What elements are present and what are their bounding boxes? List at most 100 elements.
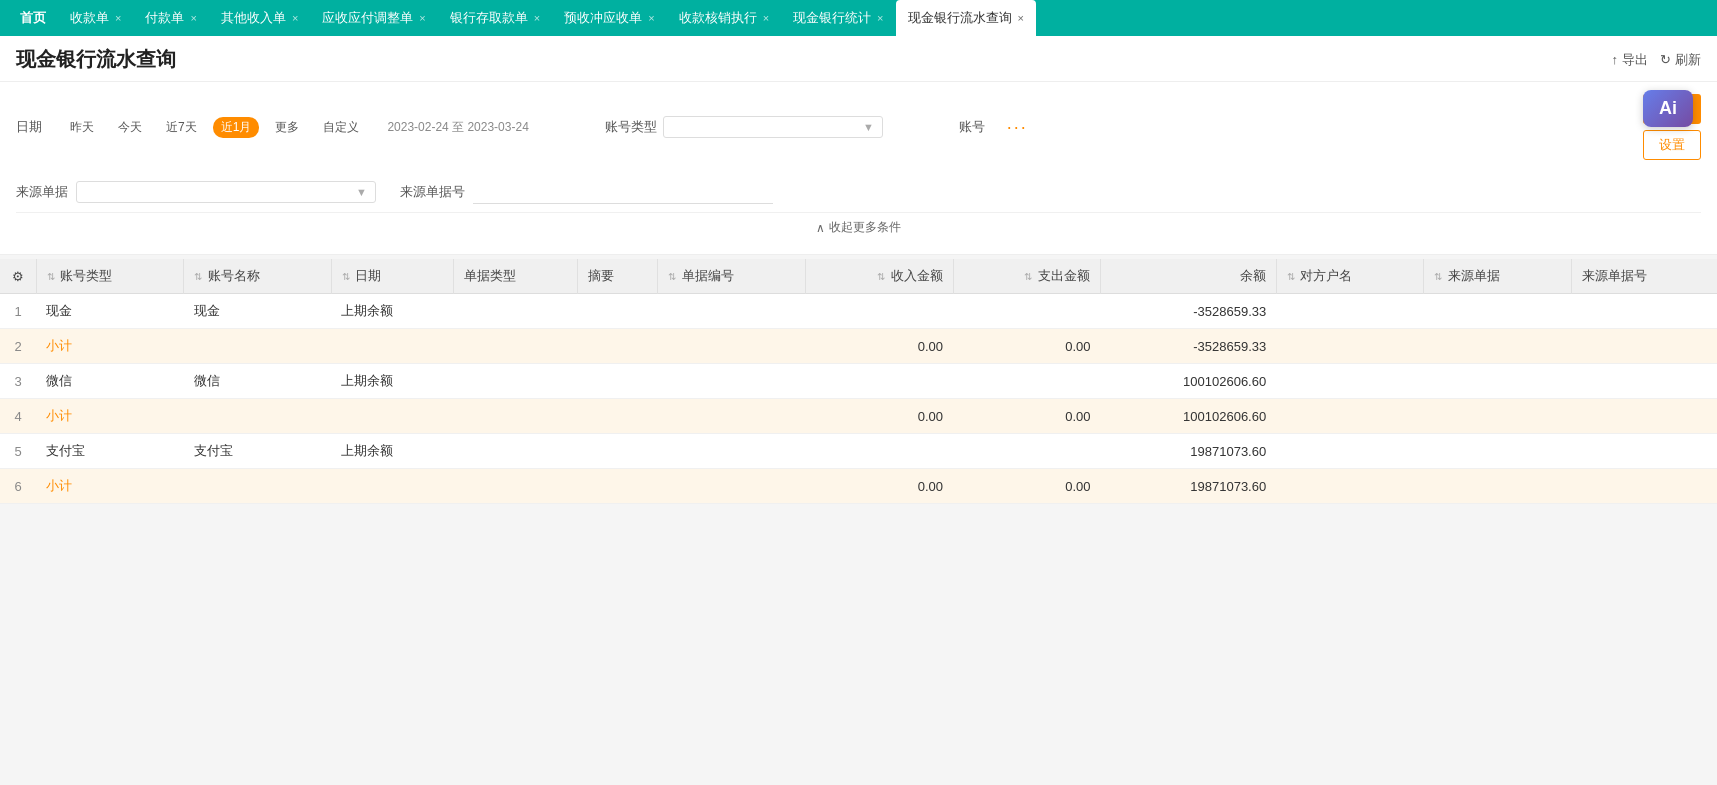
nav-tab-2[interactable]: 付款单 × (133, 0, 208, 36)
ai-badge[interactable]: Ai (1643, 90, 1693, 127)
cell-doc-no (658, 364, 806, 399)
cell-source-doc (1424, 329, 1572, 364)
cell-source-doc (1424, 469, 1572, 504)
nav-tab-8[interactable]: 现金银行统计 × (781, 0, 895, 36)
cell-income (806, 294, 954, 329)
cell-source-doc-no (1571, 329, 1717, 364)
table-header-row: ⚙ ⇅ 账号类型 ⇅ 账号名称 ⇅ 日期 单据类型 摘要 (0, 259, 1717, 294)
nav-tab-5-close[interactable]: × (534, 12, 540, 24)
account-dots[interactable]: ··· (1007, 117, 1028, 138)
nav-tab-3[interactable]: 其他收入单 × (209, 0, 310, 36)
nav-tab-7[interactable]: 收款核销执行 × (667, 0, 781, 36)
th-expense-label: 支出金额 (1038, 268, 1090, 283)
table-row: 2 小计 0.00 0.00 -3528659.33 (0, 329, 1717, 364)
nav-tab-3-close[interactable]: × (292, 12, 298, 24)
sort-icon-7: ⇅ (1287, 271, 1295, 282)
collapse-button[interactable]: ∧ 收起更多条件 (16, 212, 1701, 242)
th-source-doc[interactable]: ⇅ 来源单据 (1424, 259, 1572, 294)
source-doc-no-input[interactable] (473, 180, 773, 204)
th-source-doc-no[interactable]: 来源单据号 (1571, 259, 1717, 294)
cell-income: 0.00 (806, 469, 954, 504)
date-filter: 日期 昨天 今天 近7天 近1月 更多 自定义 (16, 117, 367, 138)
account-type-label: 账号类型 (605, 118, 657, 136)
source-doc-filter: 来源单据 ▼ (16, 181, 376, 203)
nav-tab-5-label: 银行存取款单 (450, 9, 528, 27)
account-type-select[interactable]: ▼ (663, 116, 883, 138)
cell-source-doc-no (1571, 399, 1717, 434)
cell-account-type: 微信 (36, 364, 184, 399)
cell-counterpart (1276, 469, 1424, 504)
cell-doc-no (658, 434, 806, 469)
nav-tab-8-label: 现金银行统计 (793, 9, 871, 27)
nav-tab-4[interactable]: 应收应付调整单 × (310, 0, 437, 36)
cell-source-doc (1424, 294, 1572, 329)
th-date[interactable]: ⇅ 日期 (331, 259, 454, 294)
th-balance-label: 余额 (1240, 268, 1266, 283)
collapse-icon: ∧ (816, 221, 825, 235)
nav-tab-1[interactable]: 收款单 × (58, 0, 133, 36)
table-row: 6 小计 0.00 0.00 19871073.60 (0, 469, 1717, 504)
cell-source-doc-no (1571, 469, 1717, 504)
th-counterpart[interactable]: ⇅ 对方户名 (1276, 259, 1424, 294)
cell-income: 0.00 (806, 329, 954, 364)
cell-num: 2 (0, 329, 36, 364)
nav-tab-6[interactable]: 预收冲应收单 × (552, 0, 666, 36)
sort-icon-4: ⇅ (668, 271, 676, 282)
cell-account-name: 现金 (184, 294, 332, 329)
account-type-filter: 账号类型 ▼ (605, 116, 883, 138)
th-income-label: 收入金额 (891, 268, 943, 283)
th-settings[interactable]: ⚙ (0, 259, 36, 294)
date-btn-today[interactable]: 今天 (110, 117, 150, 138)
th-account-name[interactable]: ⇅ 账号名称 (184, 259, 332, 294)
nav-tab-1-close[interactable]: × (115, 12, 121, 24)
cell-doc-type (454, 364, 578, 399)
table-row: 4 小计 0.00 0.00 100102606.60 (0, 399, 1717, 434)
date-btn-yesterday[interactable]: 昨天 (62, 117, 102, 138)
nav-tab-6-close[interactable]: × (648, 12, 654, 24)
th-doc-no[interactable]: ⇅ 单据编号 (658, 259, 806, 294)
date-btn-7days[interactable]: 近7天 (158, 117, 205, 138)
cell-expense: 0.00 (953, 399, 1101, 434)
nav-tab-4-close[interactable]: × (419, 12, 425, 24)
sort-icon-6: ⇅ (1024, 271, 1032, 282)
date-btn-1month[interactable]: 近1月 (213, 117, 260, 138)
nav-tab-9-close[interactable]: × (1018, 12, 1024, 24)
source-doc-select[interactable]: ▼ (76, 181, 376, 203)
nav-tab-2-close[interactable]: × (190, 12, 196, 24)
cell-balance: 100102606.60 (1101, 364, 1277, 399)
data-table: ⚙ ⇅ 账号类型 ⇅ 账号名称 ⇅ 日期 单据类型 摘要 (0, 259, 1717, 504)
cell-balance: 100102606.60 (1101, 399, 1277, 434)
cell-counterpart (1276, 329, 1424, 364)
nav-tab-5[interactable]: 银行存取款单 × (438, 0, 552, 36)
table-row: 3 微信 微信 上期余额 100102606.60 (0, 364, 1717, 399)
th-expense[interactable]: ⇅ 支出金额 (953, 259, 1101, 294)
date-btn-custom[interactable]: 自定义 (315, 117, 367, 138)
settings-button[interactable]: 设置 (1643, 130, 1701, 160)
source-doc-arrow: ▼ (356, 186, 367, 198)
th-balance[interactable]: 余额 (1101, 259, 1277, 294)
date-btn-more[interactable]: 更多 (267, 117, 307, 138)
cell-doc-type (454, 434, 578, 469)
th-summary[interactable]: 摘要 (578, 259, 658, 294)
cell-num: 5 (0, 434, 36, 469)
page-title: 现金银行流水查询 (16, 46, 176, 73)
export-button[interactable]: ↑ 导出 (1612, 51, 1649, 69)
th-doc-type[interactable]: 单据类型 (454, 259, 578, 294)
th-account-type[interactable]: ⇅ 账号类型 (36, 259, 184, 294)
source-doc-no-filter: 来源单据号 (400, 180, 773, 204)
page-header: 现金银行流水查询 ↑ 导出 ↻ 刷新 (0, 36, 1717, 82)
nav-tab-1-label: 收款单 (70, 9, 109, 27)
cell-source-doc (1424, 434, 1572, 469)
nav-tab-7-close[interactable]: × (763, 12, 769, 24)
sort-icon-8: ⇅ (1434, 271, 1442, 282)
th-income[interactable]: ⇅ 收入金额 (806, 259, 954, 294)
nav-tab-8-close[interactable]: × (877, 12, 883, 24)
cell-source-doc (1424, 399, 1572, 434)
export-icon: ↑ (1612, 52, 1619, 67)
refresh-button[interactable]: ↻ 刷新 (1660, 51, 1701, 69)
nav-tab-9[interactable]: 现金银行流水查询 × (896, 0, 1036, 36)
cell-doc-no (658, 469, 806, 504)
nav-home[interactable]: 首页 (8, 0, 58, 36)
refresh-label: 刷新 (1675, 51, 1701, 69)
cell-account-name: 支付宝 (184, 434, 332, 469)
